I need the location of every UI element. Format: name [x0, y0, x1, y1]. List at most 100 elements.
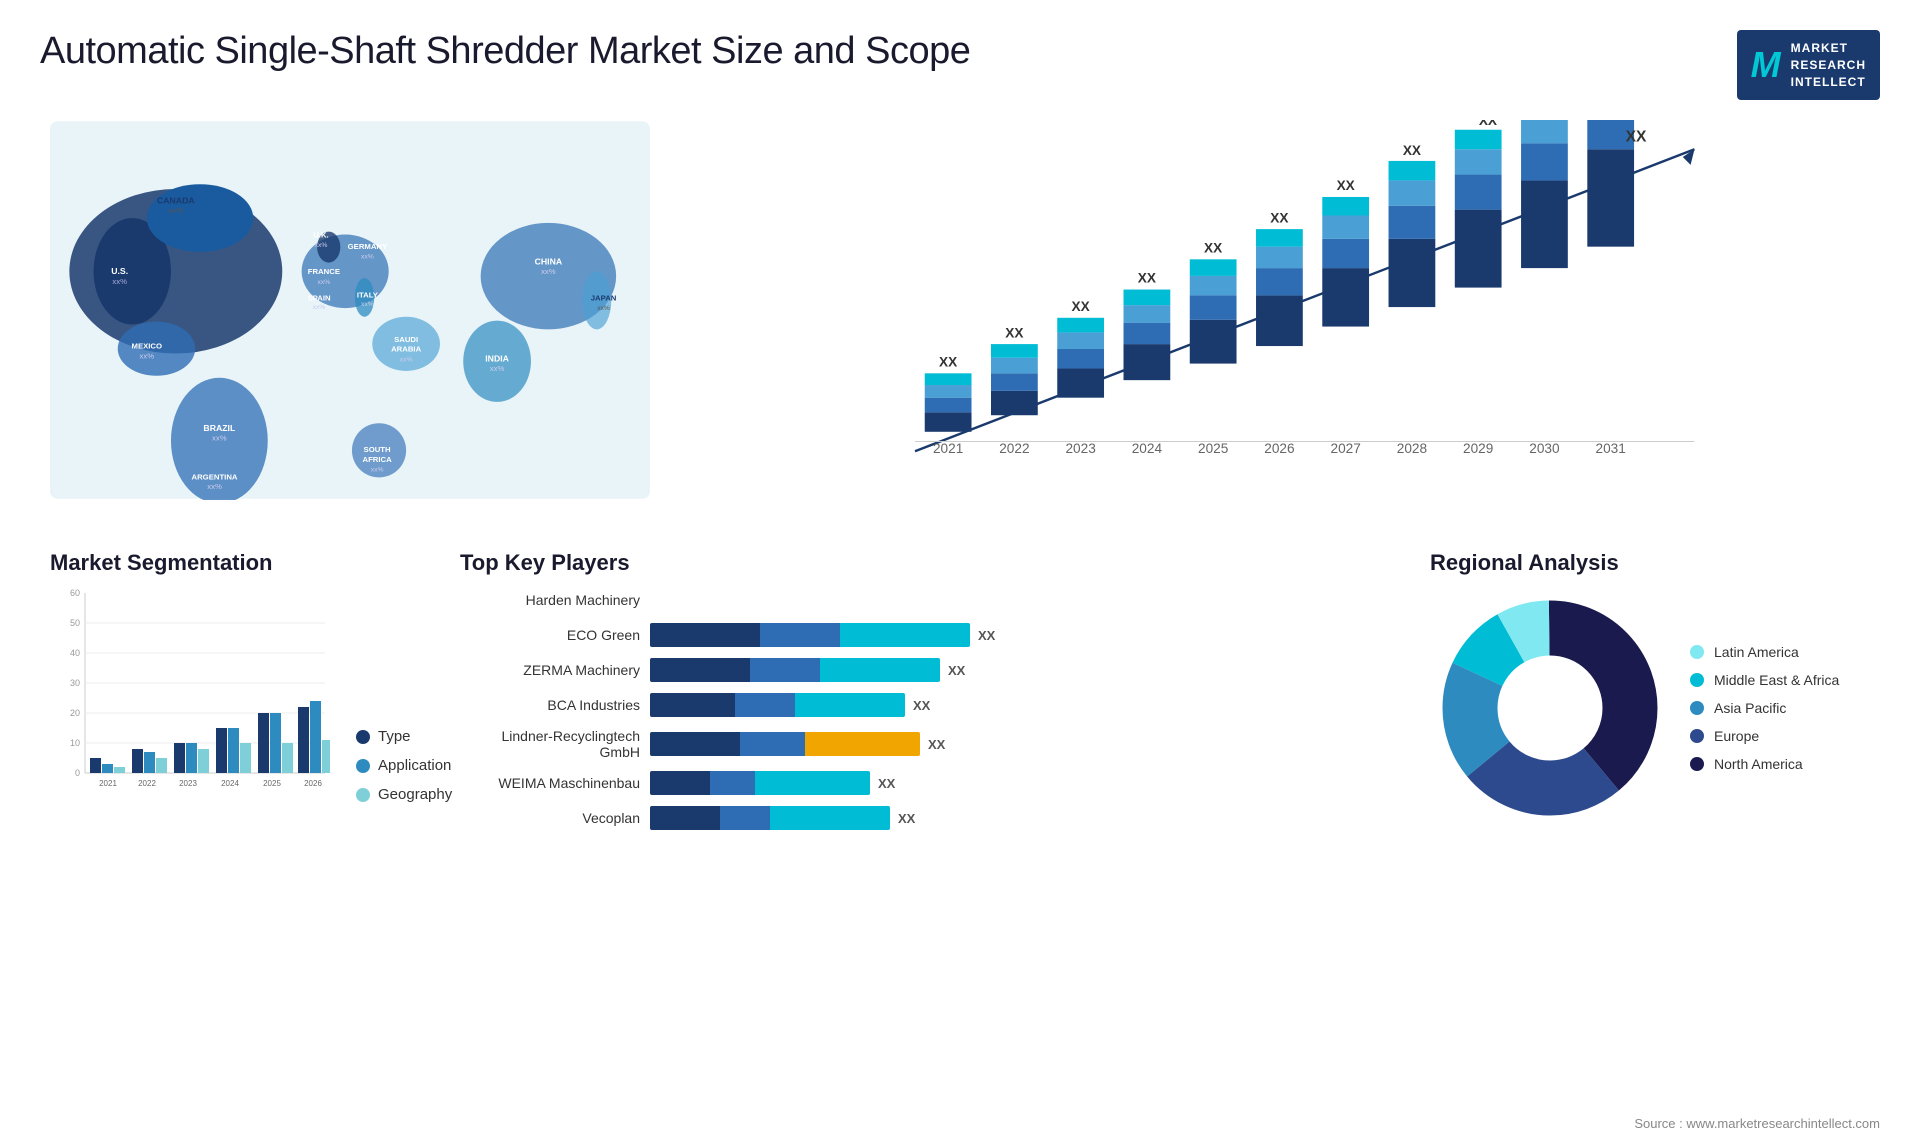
svg-text:MEXICO: MEXICO: [132, 342, 163, 351]
svg-text:U.K.: U.K.: [313, 231, 328, 240]
svg-text:XX: XX: [1403, 143, 1421, 158]
svg-text:xx%: xx%: [361, 254, 374, 261]
source-text: Source : www.marketresearchintellect.com: [1634, 1116, 1880, 1131]
segmentation-section: Market Segmentation 0 10 20 30 40 5: [40, 550, 420, 1146]
svg-text:xx%: xx%: [371, 467, 384, 474]
label-middle-east: Middle East & Africa: [1714, 672, 1839, 688]
svg-text:10: 10: [70, 738, 80, 748]
svg-text:40: 40: [70, 648, 80, 658]
main-grid: CANADA xx% U.S. xx% MEXICO xx% BRAZIL xx…: [0, 110, 1920, 1146]
legend-geography: Geography: [356, 786, 452, 803]
player-value: XX: [898, 811, 915, 826]
svg-text:2024: 2024: [221, 779, 239, 788]
regional-content: Latin America Middle East & Africa Asia …: [1430, 588, 1870, 828]
regional-section: Regional Analysis: [1420, 550, 1880, 1146]
legend-type: Type: [356, 728, 452, 745]
donut-center: [1502, 660, 1598, 756]
svg-text:2024: 2024: [1132, 442, 1163, 457]
svg-text:ITALY: ITALY: [357, 291, 379, 300]
dot-latin-america: [1690, 645, 1704, 659]
svg-text:2030: 2030: [1529, 442, 1560, 457]
world-map-container: CANADA xx% U.S. xx% MEXICO xx% BRAZIL xx…: [50, 120, 650, 500]
player-row-vecoplan: Vecoplan XX: [460, 806, 1380, 830]
svg-text:INDIA: INDIA: [485, 354, 509, 364]
svg-text:50: 50: [70, 618, 80, 628]
svg-text:xx%: xx%: [400, 357, 413, 364]
dot-europe: [1690, 729, 1704, 743]
player-bar-area: XX: [650, 693, 930, 717]
player-bar: [650, 693, 905, 717]
player-name: Harden Machinery: [460, 592, 640, 608]
svg-text:XX: XX: [1204, 241, 1222, 256]
player-value: XX: [928, 737, 945, 752]
logo-area: M MARKET RESEARCH INTELLECT: [1737, 30, 1880, 100]
svg-text:xx%: xx%: [112, 277, 127, 286]
svg-text:0: 0: [75, 768, 80, 778]
legend-europe: Europe: [1690, 728, 1839, 744]
donut-svg: [1430, 588, 1670, 828]
logo-letter: M: [1751, 44, 1781, 86]
svg-text:XX: XX: [1479, 120, 1497, 128]
players-section: Top Key Players Harden Machinery ECO Gre…: [440, 550, 1400, 1146]
svg-text:xx%: xx%: [207, 482, 222, 491]
svg-text:xx%: xx%: [313, 304, 326, 311]
bar-chart-section: 2021 XX 2022 XX 20: [680, 110, 1880, 530]
player-bar: [650, 623, 970, 647]
segmentation-svg: 0 10 20 30 40 50 60: [50, 588, 330, 818]
svg-text:60: 60: [70, 588, 80, 598]
svg-text:SOUTH: SOUTH: [364, 446, 391, 455]
logo-box: M MARKET RESEARCH INTELLECT: [1737, 30, 1880, 100]
svg-text:SAUDI: SAUDI: [394, 335, 418, 344]
svg-text:xx%: xx%: [597, 305, 610, 312]
svg-text:xx%: xx%: [212, 434, 227, 443]
svg-text:CHINA: CHINA: [535, 257, 563, 267]
dot-north-america: [1690, 757, 1704, 771]
page-title: Automatic Single-Shaft Shredder Market S…: [40, 30, 970, 73]
svg-text:2025: 2025: [263, 779, 281, 788]
seg-chart-area: 0 10 20 30 40 50 60: [50, 588, 410, 823]
svg-text:2023: 2023: [179, 779, 197, 788]
player-bar: [650, 732, 920, 756]
label-asia-pacific: Asia Pacific: [1714, 700, 1786, 716]
player-row-lindner: Lindner-Recyclingtech GmbH XX: [460, 728, 1380, 760]
logo-line1: MARKET: [1791, 40, 1866, 57]
regional-title: Regional Analysis: [1430, 550, 1870, 576]
legend-middle-east: Middle East & Africa: [1690, 672, 1839, 688]
player-name: Lindner-Recyclingtech GmbH: [460, 728, 640, 760]
legend-type-label: Type: [378, 728, 411, 745]
player-bar-area: XX: [650, 771, 895, 795]
svg-text:xx%: xx%: [541, 268, 556, 277]
players-list: Harden Machinery ECO Green XX: [460, 588, 1380, 830]
player-value: XX: [878, 776, 895, 791]
player-row-bca: BCA Industries XX: [460, 693, 1380, 717]
bar-chart-svg: 2021 XX 2022 XX 20: [720, 120, 1870, 500]
svg-text:2023: 2023: [1065, 442, 1095, 457]
svg-text:BRAZIL: BRAZIL: [203, 423, 236, 433]
player-name: BCA Industries: [460, 697, 640, 713]
logo-line3: INTELLECT: [1791, 74, 1866, 91]
svg-text:xx%: xx%: [315, 242, 328, 249]
player-bar-area: XX: [650, 658, 965, 682]
regional-legend: Latin America Middle East & Africa Asia …: [1690, 644, 1839, 772]
legend-asia-pacific: Asia Pacific: [1690, 700, 1839, 716]
svg-text:CANADA: CANADA: [157, 196, 195, 206]
svg-text:SPAIN: SPAIN: [307, 294, 330, 303]
player-bar-area: XX: [650, 806, 915, 830]
svg-text:ARGENTINA: ARGENTINA: [192, 473, 238, 482]
svg-text:XX: XX: [1626, 129, 1647, 146]
svg-text:XX: XX: [1270, 211, 1288, 226]
legend-dot-application: [356, 759, 370, 773]
svg-text:2021: 2021: [933, 442, 963, 457]
svg-text:ARABIA: ARABIA: [391, 345, 421, 354]
player-value: XX: [978, 628, 995, 643]
player-bar-area: XX: [650, 732, 945, 756]
player-name: ZERMA Machinery: [460, 662, 640, 678]
players-title: Top Key Players: [460, 550, 1380, 576]
player-name: Vecoplan: [460, 810, 640, 826]
legend-dot-geography: [356, 788, 370, 802]
svg-text:AFRICA: AFRICA: [362, 455, 392, 464]
player-bar: [650, 771, 870, 795]
player-value: XX: [948, 663, 965, 678]
svg-text:GERMANY: GERMANY: [348, 242, 388, 251]
player-row-harden: Harden Machinery: [460, 588, 1380, 612]
